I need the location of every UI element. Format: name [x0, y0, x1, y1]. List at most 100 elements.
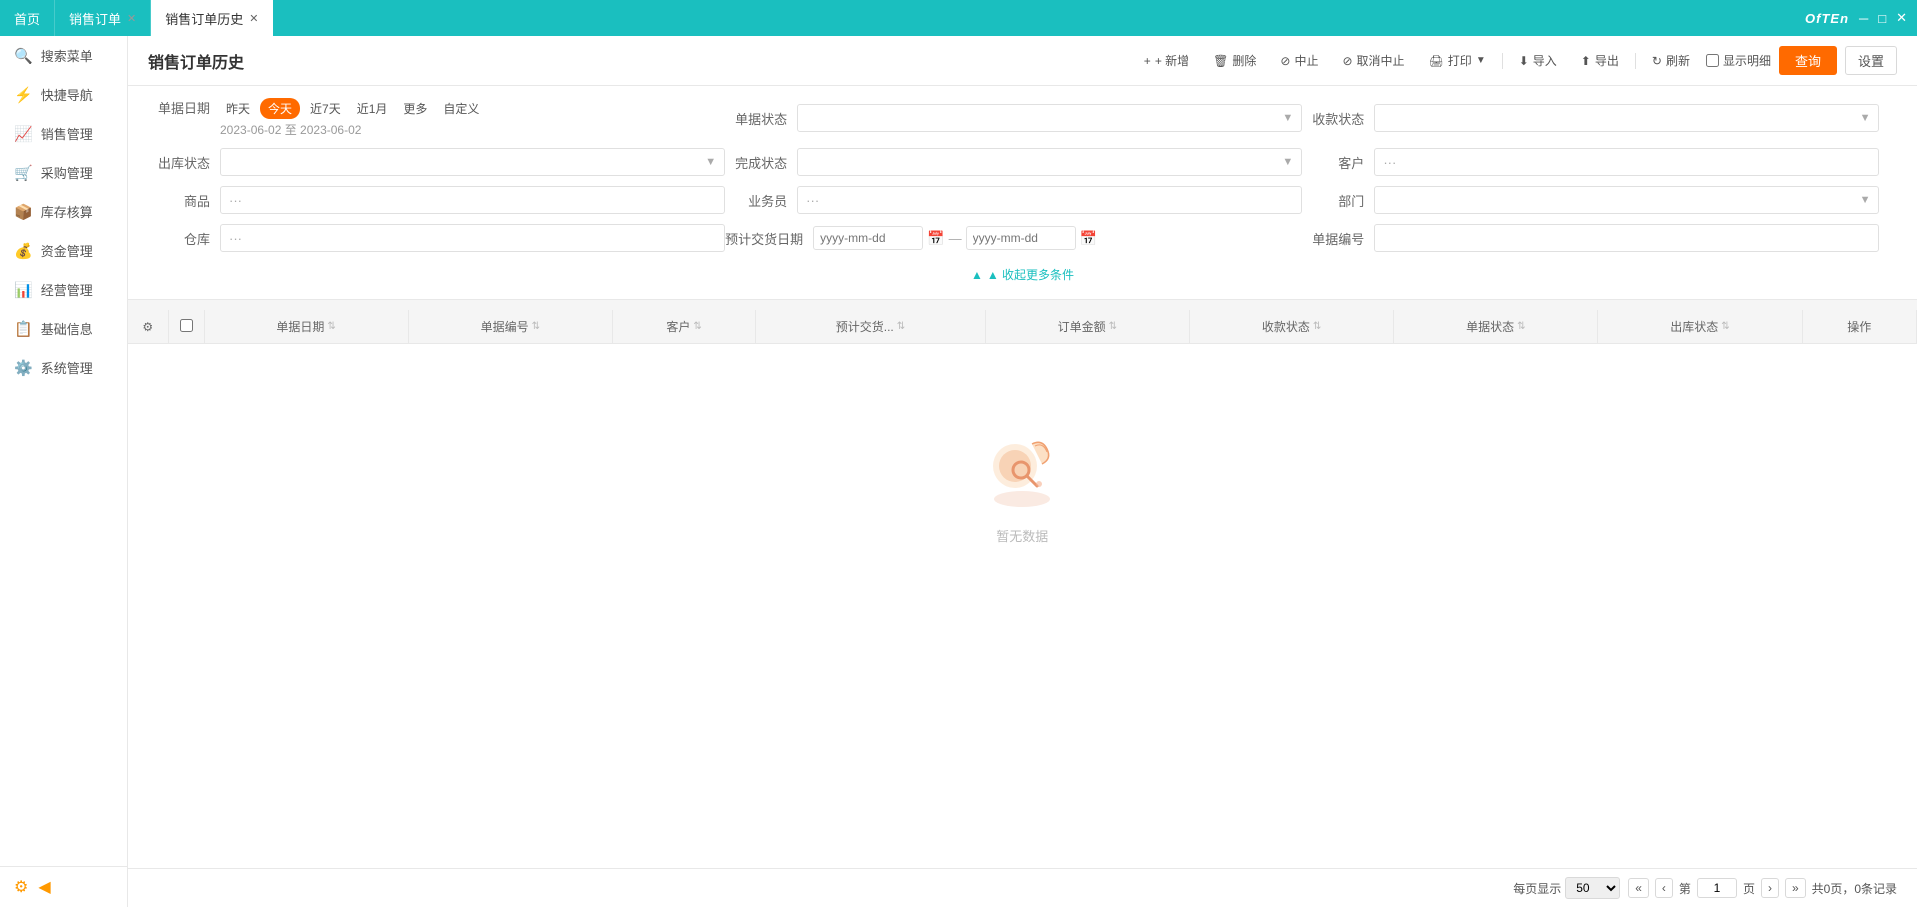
date-btn-more[interactable]: 更多 — [397, 98, 433, 119]
th-status[interactable]: 单据状态⇅ — [1394, 310, 1598, 344]
prev-page-btn[interactable]: ‹ — [1655, 878, 1673, 898]
date-btn-yesterday[interactable]: 昨天 — [220, 98, 256, 119]
th-delivery-label: 预计交货... — [836, 318, 894, 335]
date-btn-1month[interactable]: 近1月 — [351, 98, 394, 119]
page-size-select[interactable]: 50 100 200 — [1565, 877, 1620, 899]
date-btn-today[interactable]: 今天 — [260, 98, 300, 119]
th-status-label: 单据状态 — [1466, 318, 1514, 335]
window-min-btn[interactable]: ─ — [1859, 11, 1868, 26]
filter-dept-col: 部门 ▼ — [1302, 186, 1879, 214]
query-btn[interactable]: 查询 — [1779, 46, 1837, 75]
dept-select[interactable]: ▼ — [1374, 186, 1879, 214]
th-date[interactable]: 单据日期⇅ — [204, 310, 408, 344]
order-no-input[interactable] — [1374, 224, 1879, 252]
warehouse-label: 仓库 — [148, 229, 220, 248]
date-btn-custom[interactable]: 自定义 — [437, 98, 485, 119]
sidebar-item-basic-info[interactable]: 📋 基础信息 — [0, 309, 127, 348]
delete-btn[interactable]: 🗑 删除 — [1205, 48, 1264, 73]
sidebar-item-finance[interactable]: 💰 资金管理 — [0, 231, 127, 270]
tab-sales-order[interactable]: 销售订单 ✕ — [55, 0, 151, 36]
customer-dots: ··· — [1383, 155, 1396, 170]
delete-icon: 🗑 — [1213, 54, 1228, 68]
first-page-btn[interactable]: « — [1628, 878, 1649, 898]
filter-status-col: 单据状态 ▼ — [725, 104, 1302, 132]
finance-icon: 💰 — [14, 242, 33, 260]
print-arrow-icon: ▼ — [1476, 55, 1486, 66]
select-all-checkbox[interactable] — [180, 319, 193, 332]
tab-home[interactable]: 首页 — [0, 0, 55, 36]
th-payment-label: 收款状态 — [1262, 318, 1310, 335]
salesman-label: 业务员 — [725, 191, 797, 210]
data-table: ⚙ 单据日期⇅ 单据编号⇅ 客户⇅ — [128, 310, 1917, 585]
product-label: 商品 — [148, 191, 220, 210]
last-page-btn[interactable]: » — [1785, 878, 1806, 898]
sidebar-item-purchase-mgmt[interactable]: 🛒 采购管理 — [0, 153, 127, 192]
th-outbound[interactable]: 出库状态⇅ — [1598, 310, 1802, 344]
cancel-stop-btn-label: 取消中止 — [1357, 52, 1405, 69]
status-select[interactable]: ▼ — [797, 104, 1302, 132]
print-icon: 🖨 — [1429, 54, 1444, 68]
th-no[interactable]: 单据编号⇅ — [408, 310, 612, 344]
collapse-btn[interactable]: ▲ ▲ 收起更多条件 — [971, 262, 1074, 287]
sidebar-item-system-mgmt[interactable]: ⚙️ 系统管理 — [0, 348, 127, 387]
filter-row-1: 单据日期 昨天 今天 近7天 近1月 更多 自定义 2023-06-02 至 2… — [148, 98, 1897, 138]
empty-row: 暂无数据 — [128, 344, 1917, 586]
th-delivery[interactable]: 预计交货...⇅ — [756, 310, 986, 344]
sidebar-item-sales-mgmt[interactable]: 📈 销售管理 — [0, 114, 127, 153]
sidebar-bottom: ⚙ ◀ — [0, 866, 127, 907]
th-gear[interactable]: ⚙ — [128, 310, 168, 344]
display-detail-checkbox[interactable] — [1706, 54, 1719, 67]
th-status-sort-icon: ⇅ — [1517, 321, 1525, 332]
page-nav: « ‹ 第 页 › » 共0页，0条记录 — [1628, 878, 1897, 898]
refresh-btn[interactable]: ↻ 刷新 — [1644, 48, 1698, 73]
complete-select[interactable]: ▼ — [797, 148, 1302, 176]
outbound-select[interactable]: ▼ — [220, 148, 725, 176]
sidebar-item-search-menu[interactable]: 🔍 搜索菜单 — [0, 36, 127, 75]
window-close-btn[interactable]: ✕ — [1896, 10, 1907, 26]
stop-btn[interactable]: ⊘ 中止 — [1272, 48, 1326, 73]
th-no-label: 单据编号 — [481, 318, 529, 335]
page-title: 销售订单历史 — [148, 49, 1136, 73]
print-btn[interactable]: 🖨 打印 ▼ — [1421, 48, 1494, 73]
import-btn[interactable]: ⬇ 导入 — [1511, 48, 1565, 73]
th-checkbox[interactable] — [168, 310, 204, 344]
sidebar-item-quick-nav[interactable]: ⚡ 快捷导航 — [0, 75, 127, 114]
import-btn-label: 导入 — [1533, 52, 1557, 69]
date-btn-7days[interactable]: 近7天 — [304, 98, 347, 119]
sidebar-item-operations[interactable]: 📊 经营管理 — [0, 270, 127, 309]
pay-status-select[interactable]: ▼ — [1374, 104, 1879, 132]
sidebar-collapse-icon[interactable]: ◀ — [38, 877, 50, 897]
delivery-date-end[interactable] — [966, 226, 1076, 250]
sidebar-item-inventory[interactable]: 📦 库存核算 — [0, 192, 127, 231]
tab-sales-order-close[interactable]: ✕ — [127, 12, 136, 25]
export-icon: ⬆ — [1581, 54, 1591, 68]
tab-sales-order-history-close[interactable]: ✕ — [249, 12, 258, 25]
delivery-date-end-icon: 📅 — [1080, 230, 1097, 247]
tab-sales-order-history[interactable]: 销售订单历史 ✕ — [151, 0, 273, 36]
th-customer[interactable]: 客户⇅ — [612, 310, 755, 344]
th-payment[interactable]: 收款状态⇅ — [1189, 310, 1393, 344]
window-max-btn[interactable]: □ — [1878, 11, 1886, 26]
product-input[interactable]: ··· — [220, 186, 725, 214]
top-bar: 首页 销售订单 ✕ 销售订单历史 ✕ OfTEn ─ □ ✕ — [0, 0, 1917, 36]
next-page-btn[interactable]: › — [1761, 878, 1779, 898]
sidebar-item-finance-label: 资金管理 — [41, 241, 93, 260]
page-input[interactable] — [1697, 878, 1737, 898]
th-customer-sort-icon: ⇅ — [693, 321, 701, 332]
dept-arrow: ▼ — [1860, 194, 1871, 206]
delivery-date-start-icon: 📅 — [927, 230, 944, 247]
th-amount[interactable]: 订单金额⇅ — [985, 310, 1189, 344]
delivery-date-start[interactable] — [813, 226, 923, 250]
salesman-dots: ··· — [806, 193, 819, 208]
customer-input[interactable]: ··· — [1374, 148, 1879, 176]
cancel-stop-btn[interactable]: ⊘ 取消中止 — [1334, 48, 1412, 73]
th-no-sort-icon: ⇅ — [532, 321, 540, 332]
settings-btn[interactable]: 设置 — [1845, 46, 1897, 75]
salesman-input[interactable]: ··· — [797, 186, 1302, 214]
display-detail-checkbox-wrapper[interactable]: 显示明细 — [1706, 52, 1771, 69]
sidebar-settings-icon[interactable]: ⚙ — [14, 877, 28, 897]
warehouse-input[interactable]: ··· — [220, 224, 725, 252]
export-btn[interactable]: ⬆ 导出 — [1573, 48, 1627, 73]
new-btn[interactable]: + + 新增 — [1136, 48, 1197, 73]
cancel-stop-icon: ⊘ — [1342, 54, 1352, 68]
